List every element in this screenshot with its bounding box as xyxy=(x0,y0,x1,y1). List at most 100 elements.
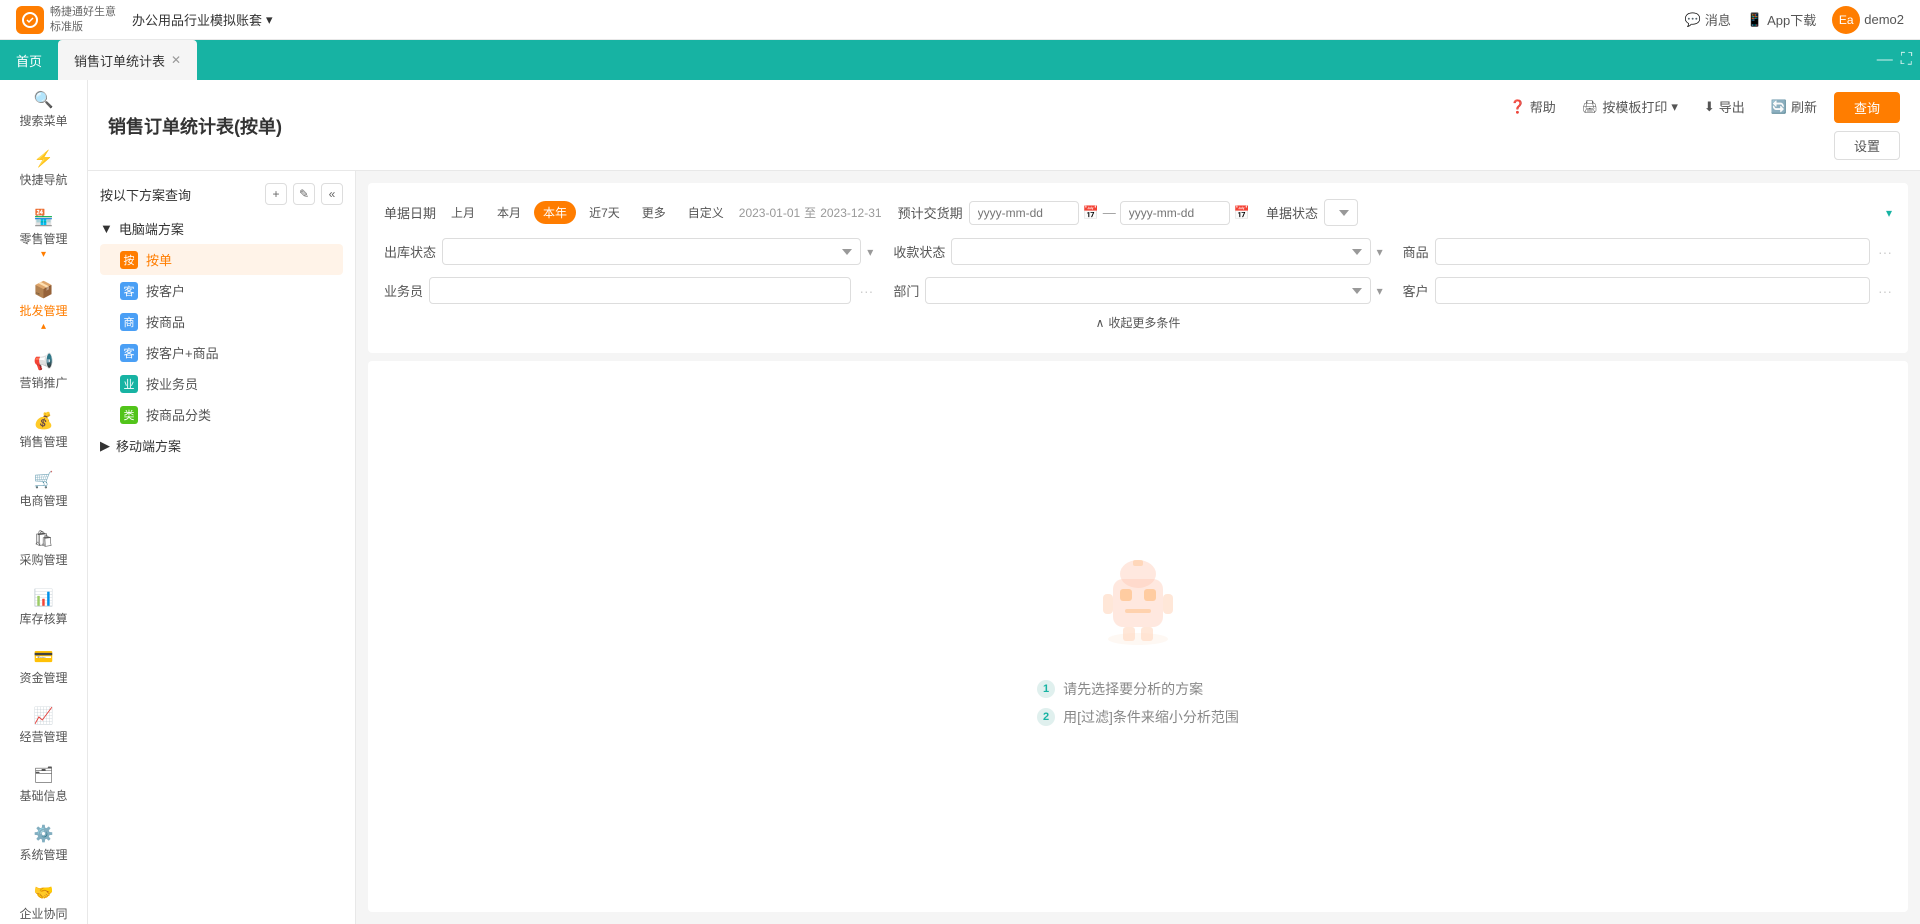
edit-scheme-button[interactable]: ✎ xyxy=(293,183,315,205)
filter-row-1: 单据日期 上月 本月 本年 近7天 更多 自定义 2023-01-01 xyxy=(384,199,1892,226)
calendar-end-icon[interactable]: 📅 xyxy=(1234,205,1250,221)
cooperation-icon: 🤝 xyxy=(34,883,54,903)
sidebar-item-purchase[interactable]: 🛍 采购管理 xyxy=(0,519,87,578)
sidebar-item-sales[interactable]: 💰 销售管理 xyxy=(0,401,87,460)
app-download-button[interactable]: 📱 App下载 xyxy=(1747,10,1816,29)
single-status-label: 单据状态 xyxy=(1266,203,1318,222)
status-expand-icon[interactable]: ▾ xyxy=(1886,206,1892,220)
export-button[interactable]: ⬇ 导出 xyxy=(1695,92,1754,121)
quicknav-icon: ⚡ xyxy=(34,149,54,169)
logo-icon xyxy=(16,6,44,34)
sidebar-item-wholesale[interactable]: 📦 批发管理 ▴ xyxy=(0,270,87,342)
pc-section-label: 电脑端方案 xyxy=(119,219,184,238)
sidebar-item-quicknav[interactable]: ⚡ 快捷导航 xyxy=(0,139,87,198)
delivery-status-label: 出库状态 xyxy=(384,242,436,261)
page-title: 销售订单统计表(按单) xyxy=(108,113,282,139)
date-btn-7days[interactable]: 近7天 xyxy=(580,201,629,224)
customer-input[interactable] xyxy=(1435,277,1870,304)
chevron-down-icon: ▾ xyxy=(266,12,273,28)
salesman-more-icon[interactable]: ··· xyxy=(859,283,873,299)
scheme-icon-customer-goods: 客 xyxy=(120,344,138,362)
print-button[interactable]: 🖨 按模板打印 ▾ xyxy=(1573,92,1687,121)
refresh-button[interactable]: 🔄 刷新 xyxy=(1762,92,1826,121)
pc-section-header[interactable]: ▼ 电脑端方案 xyxy=(100,213,343,244)
app-selector[interactable]: 办公用品行业模拟账套 ▾ xyxy=(124,6,281,33)
department-label: 部门 xyxy=(893,281,919,300)
expected-date-label: 预计交货期 xyxy=(898,203,963,222)
scheme-item-by-customer[interactable]: 客 按客户 xyxy=(100,275,343,306)
calendar-start-icon[interactable]: 📅 xyxy=(1083,205,1099,221)
wholesale-icon: 📦 xyxy=(34,280,54,300)
maximize-icon[interactable]: ⛶ xyxy=(1901,51,1912,69)
sidebar-item-finance[interactable]: 💳 资金管理 xyxy=(0,637,87,696)
expected-date-start-input[interactable] xyxy=(969,201,1079,225)
sidebar-item-cooperation[interactable]: 🤝 企业协同 xyxy=(0,873,87,924)
scheme-item-by-category[interactable]: 类 按商品分类 xyxy=(100,399,343,430)
date-btn-this-month[interactable]: 本月 xyxy=(488,201,530,224)
page-actions: ❓ 帮助 🖨 按模板打印 ▾ ⬇ 导出 🔄 xyxy=(1501,92,1900,160)
search-icon: 🔍 xyxy=(34,90,54,110)
single-status-select[interactable] xyxy=(1324,199,1358,226)
scheme-item-by-customer-goods[interactable]: 客 按客户+商品 xyxy=(100,337,343,368)
filter-row-3: 业务员 ··· 部门 xyxy=(384,277,1892,304)
date-btn-custom[interactable]: 自定义 xyxy=(679,201,733,224)
date-btn-this-year[interactable]: 本年 xyxy=(534,201,576,224)
retail-icon: 🏪 xyxy=(34,208,54,228)
collapse-arrow-icon: ∧ xyxy=(1096,316,1105,330)
delivery-status-select-wrap xyxy=(442,238,861,265)
scheme-section-pc: ▼ 电脑端方案 按 按单 客 按客户 商 按商品 xyxy=(88,213,355,430)
left-panel-title: 按以下方案查询 xyxy=(100,185,191,204)
logo-area: 畅捷通好生意 标准版 xyxy=(16,5,116,34)
sidebar-item-search[interactable]: 🔍 搜索菜单 xyxy=(0,80,87,139)
user-menu-button[interactable]: Ea demo2 xyxy=(1832,6,1904,34)
expected-date-inputs: 📅 — 📅 xyxy=(969,201,1250,225)
query-area: 查询 设置 xyxy=(1834,92,1900,160)
sidebar-item-inventory[interactable]: 📊 库存核算 xyxy=(0,578,87,637)
date-btn-last-month[interactable]: 上月 xyxy=(442,201,484,224)
delivery-status-select[interactable] xyxy=(442,238,861,265)
goods-more-icon[interactable]: ··· xyxy=(1878,244,1892,260)
tab-sales-stats[interactable]: 销售订单统计表 ✕ xyxy=(58,40,197,80)
help-button[interactable]: ❓ 帮助 xyxy=(1501,92,1565,121)
sidebar-item-system[interactable]: ⚙️ 系统管理 xyxy=(0,814,87,873)
sidebar-item-retail[interactable]: 🏪 零售管理 ▾ xyxy=(0,198,87,270)
date-btn-more[interactable]: 更多 xyxy=(633,201,675,224)
pc-section-arrow: ▼ xyxy=(100,221,113,236)
date-quick-buttons: 上月 本月 本年 近7天 更多 自定义 xyxy=(442,201,733,224)
add-scheme-button[interactable]: + xyxy=(265,183,287,205)
tab-home[interactable]: 首页 xyxy=(0,40,58,80)
payment-chevron-icon[interactable]: ▾ xyxy=(1377,245,1383,259)
message-button[interactable]: 💬 消息 xyxy=(1685,10,1731,29)
scheme-item-by-goods[interactable]: 商 按商品 xyxy=(100,306,343,337)
date-range-display: 2023-01-01 至 2023-12-31 xyxy=(739,204,882,221)
department-chevron-icon[interactable]: ▾ xyxy=(1377,284,1383,298)
sidebar-item-ecommerce[interactable]: 🛒 电商管理 xyxy=(0,460,87,519)
tab-close-icon[interactable]: ✕ xyxy=(171,53,181,67)
department-group: 部门 ▾ xyxy=(893,277,1382,304)
empty-steps: 1 请先选择要分析的方案 2 用[过滤]条件来缩小分析范围 xyxy=(1037,679,1239,735)
customer-more-icon[interactable]: ··· xyxy=(1878,283,1892,299)
delivery-chevron-icon[interactable]: ▾ xyxy=(867,245,873,259)
delivery-status-group: 出库状态 ▾ xyxy=(384,238,873,265)
page-title-row: 销售订单统计表(按单) ❓ 帮助 🖨 按模板打印 ▾ ⬇ xyxy=(108,92,1900,170)
salesman-input[interactable] xyxy=(429,277,851,304)
sidebar-item-base[interactable]: 🗂 基础信息 xyxy=(0,755,87,814)
query-button[interactable]: 查询 xyxy=(1834,92,1900,123)
collapse-button[interactable]: ∧ 收起更多条件 xyxy=(384,308,1892,337)
minimize-icon[interactable]: — xyxy=(1877,51,1893,69)
expected-date-end-input[interactable] xyxy=(1120,201,1230,225)
payment-status-select[interactable] xyxy=(951,238,1370,265)
help-icon: ❓ xyxy=(1510,99,1526,115)
date-label: 单据日期 xyxy=(384,203,436,222)
settings-button[interactable]: 设置 xyxy=(1834,131,1900,160)
scheme-item-by-salesman[interactable]: 业 按业务员 xyxy=(100,368,343,399)
department-select[interactable] xyxy=(925,277,1370,304)
scheme-item-by-order[interactable]: 按 按单 xyxy=(100,244,343,275)
sidebar-item-operations[interactable]: 📈 经营管理 xyxy=(0,696,87,755)
mobile-section-header[interactable]: ▶ 移动端方案 xyxy=(100,430,343,461)
left-panel: 按以下方案查询 + ✎ « ▼ 电脑端方案 按 按单 xyxy=(88,171,356,924)
download-icon: 📱 xyxy=(1747,12,1763,28)
sidebar-item-marketing[interactable]: 📢 营销推广 xyxy=(0,342,87,401)
goods-input[interactable] xyxy=(1435,238,1870,265)
collapse-panel-button[interactable]: « xyxy=(321,183,343,205)
